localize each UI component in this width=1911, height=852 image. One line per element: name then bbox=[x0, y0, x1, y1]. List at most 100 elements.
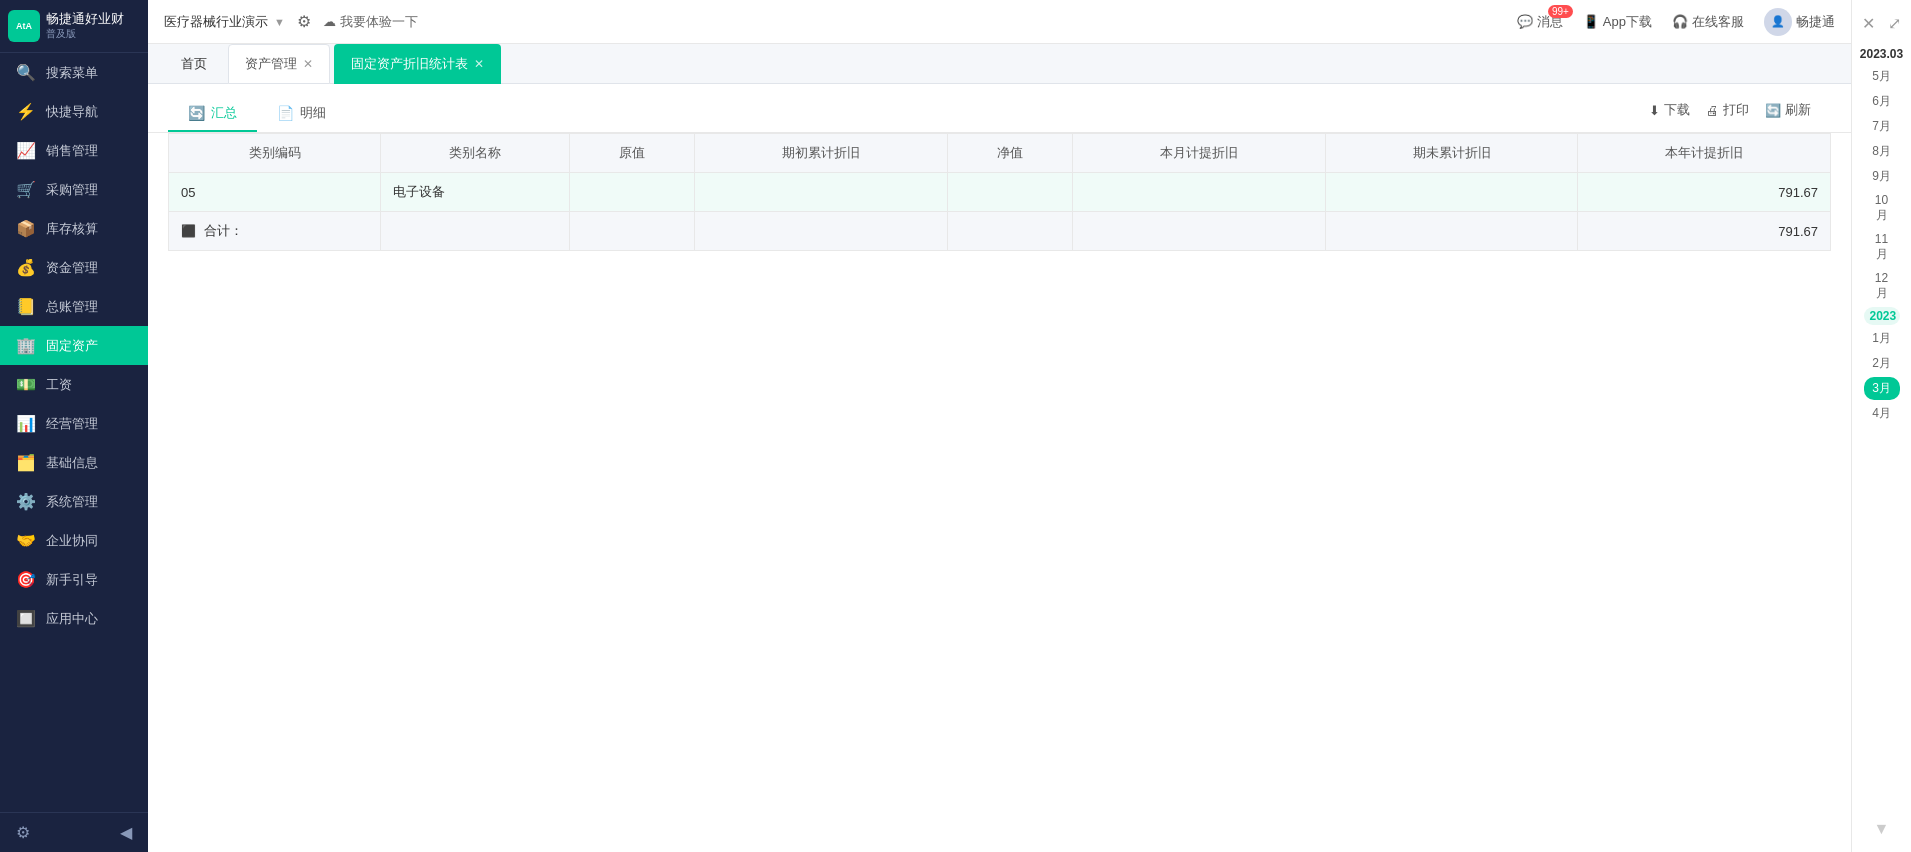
sidebar-item-quick-nav-label: 快捷导航 bbox=[46, 103, 98, 121]
app-download-button[interactable]: 📱 App下载 bbox=[1583, 13, 1652, 31]
table-row[interactable]: 05 电子设备 791.67 bbox=[169, 173, 1831, 212]
main-content: 医疗器械行业演示 ▼ ⚙ ☁ 我要体验一下 💬 消息 99+ 📱 App下载 🎧… bbox=[148, 0, 1851, 852]
sidebar-nav: 🔍 搜索菜单 ⚡ 快捷导航 📈 销售管理 🛒 采购管理 📦 库存核算 💰 资金管… bbox=[0, 53, 148, 812]
depreciation-table: 类别编码 类别名称 原值 期初累计折旧 净值 本月计提折旧 期未累计折旧 本年计… bbox=[168, 133, 1831, 251]
enterprise-icon: 🤝 bbox=[16, 531, 36, 550]
col-closing-depr: 期未累计折旧 bbox=[1325, 134, 1578, 173]
header-settings-icon[interactable]: ⚙ bbox=[297, 12, 311, 31]
ledger-icon: 📒 bbox=[16, 297, 36, 316]
sub-tab-detail[interactable]: 📄 明细 bbox=[257, 96, 346, 132]
header-actions: 💬 消息 99+ 📱 App下载 🎧 在线客服 👤 畅捷通 bbox=[1517, 8, 1835, 36]
sidebar-item-app-center[interactable]: 🔲 应用中心 bbox=[0, 599, 148, 638]
month-item[interactable]: 11月 bbox=[1864, 229, 1900, 266]
download-icon: ⬇ bbox=[1649, 103, 1660, 118]
row-name: 电子设备 bbox=[381, 173, 570, 212]
row-closing-depr bbox=[1325, 173, 1578, 212]
month-item[interactable]: 6月 bbox=[1864, 90, 1900, 113]
sub-tab-summary-label: 汇总 bbox=[211, 104, 237, 122]
user-menu[interactable]: 👤 畅捷通 bbox=[1764, 8, 1835, 36]
sub-tab-detail-label: 明细 bbox=[300, 104, 326, 122]
app-logo-icon: AtA bbox=[8, 10, 40, 42]
company-name: 医疗器械行业演示 bbox=[164, 13, 268, 31]
tab-depreciation-report[interactable]: 固定资产折旧统计表 ✕ bbox=[334, 44, 501, 84]
quicknav-icon: ⚡ bbox=[16, 102, 36, 121]
sidebar-item-quick-nav[interactable]: ⚡ 快捷导航 bbox=[0, 92, 148, 131]
sidebar-item-payroll[interactable]: 💵 工资 bbox=[0, 365, 148, 404]
table-wrapper: 类别编码 类别名称 原值 期初累计折旧 净值 本月计提折旧 期未累计折旧 本年计… bbox=[148, 133, 1851, 852]
month-item[interactable]: 9月 bbox=[1864, 165, 1900, 188]
detail-icon: 📄 bbox=[277, 105, 294, 121]
print-button[interactable]: 🖨 打印 bbox=[1706, 101, 1749, 119]
sidebar-item-system[interactable]: ⚙️ 系统管理 bbox=[0, 482, 148, 521]
sidebar-item-purchase[interactable]: 🛒 采购管理 bbox=[0, 170, 148, 209]
total-row: ⬛ 合计： 791.67 bbox=[169, 212, 1831, 251]
tab-depreciation-report-label: 固定资产折旧统计表 bbox=[351, 55, 468, 73]
sidebar-item-search[interactable]: 🔍 搜索菜单 bbox=[0, 53, 148, 92]
sidebar-item-inventory[interactable]: 📦 库存核算 bbox=[0, 209, 148, 248]
experience-button[interactable]: ☁ 我要体验一下 bbox=[323, 13, 418, 31]
month-item[interactable]: 10月 bbox=[1864, 190, 1900, 227]
month-item[interactable]: 4月 bbox=[1864, 402, 1900, 425]
month-item[interactable]: 12月 bbox=[1864, 268, 1900, 305]
refresh-button[interactable]: 🔄 刷新 bbox=[1765, 101, 1811, 119]
month-item[interactable]: 1月 bbox=[1864, 327, 1900, 350]
download-button[interactable]: ⬇ 下载 bbox=[1649, 101, 1690, 119]
tab-asset-management-close[interactable]: ✕ bbox=[303, 57, 313, 71]
sidebar-header: AtA 畅捷通好业财 普及版 bbox=[0, 0, 148, 53]
sidebar-item-enterprise-label: 企业协同 bbox=[46, 532, 98, 550]
panel-year-label: 2023.03 bbox=[1860, 47, 1903, 61]
total-icon: ⬛ bbox=[181, 224, 196, 238]
sidebar-item-fixed-assets-label: 固定资产 bbox=[46, 337, 98, 355]
sub-tabs: 🔄 汇总 📄 明细 ⬇ 下载 🖨 打印 🔄 刷新 bbox=[148, 84, 1851, 133]
tab-asset-management[interactable]: 资产管理 ✕ bbox=[228, 44, 330, 84]
sidebar-item-ledger[interactable]: 📒 总账管理 bbox=[0, 287, 148, 326]
month-item[interactable]: 5月 bbox=[1864, 65, 1900, 88]
inventory-icon: 📦 bbox=[16, 219, 36, 238]
sidebar-item-guide-label: 新手引导 bbox=[46, 571, 98, 589]
sub-tab-summary[interactable]: 🔄 汇总 bbox=[168, 96, 257, 132]
tabs-bar: 首页 资产管理 ✕ 固定资产折旧统计表 ✕ bbox=[148, 44, 1851, 84]
row-net-value bbox=[948, 173, 1073, 212]
sidebar-item-guide[interactable]: 🎯 新手引导 bbox=[0, 560, 148, 599]
search-icon: 🔍 bbox=[16, 63, 36, 82]
sidebar-item-system-label: 系统管理 bbox=[46, 493, 98, 511]
tab-home-label: 首页 bbox=[181, 55, 207, 73]
message-badge: 99+ bbox=[1548, 5, 1573, 18]
settings-bottom-icon[interactable]: ⚙ bbox=[16, 823, 30, 842]
month-item[interactable]: 8月 bbox=[1864, 140, 1900, 163]
sidebar-item-enterprise[interactable]: 🤝 企业协同 bbox=[0, 521, 148, 560]
tab-home[interactable]: 首页 bbox=[164, 44, 224, 84]
app-logo-text: 畅捷通好业财 bbox=[46, 11, 124, 28]
collapse-sidebar-icon[interactable]: ◀ bbox=[120, 823, 132, 842]
month-item[interactable]: 7月 bbox=[1864, 115, 1900, 138]
tab-depreciation-report-close[interactable]: ✕ bbox=[474, 57, 484, 71]
summary-icon: 🔄 bbox=[188, 105, 205, 121]
col-net-value: 净值 bbox=[948, 134, 1073, 173]
sidebar-item-basic-info[interactable]: 🗂️ 基础信息 bbox=[0, 443, 148, 482]
sidebar-item-purchase-label: 采购管理 bbox=[46, 181, 98, 199]
panel-close-icon[interactable]: ✕ bbox=[1856, 8, 1881, 39]
panel-expand-icon[interactable]: ⤢ bbox=[1882, 8, 1907, 39]
content-area: 🔄 汇总 📄 明细 ⬇ 下载 🖨 打印 🔄 刷新 bbox=[148, 84, 1851, 852]
app-logo-sub: 普及版 bbox=[46, 27, 124, 41]
refresh-icon: 🔄 bbox=[1765, 103, 1781, 118]
messages-button[interactable]: 💬 消息 99+ bbox=[1517, 13, 1563, 31]
sidebar-item-sales[interactable]: 📈 销售管理 bbox=[0, 131, 148, 170]
sidebar-item-finance[interactable]: 💰 资金管理 bbox=[0, 248, 148, 287]
col-monthly-depr: 本月计提折旧 bbox=[1073, 134, 1326, 173]
month-item-active[interactable]: 3月 bbox=[1864, 377, 1900, 400]
month-item[interactable]: 2月 bbox=[1864, 352, 1900, 375]
guide-icon: 🎯 bbox=[16, 570, 36, 589]
sidebar-item-operations[interactable]: 📊 经营管理 bbox=[0, 404, 148, 443]
user-avatar: 👤 bbox=[1764, 8, 1792, 36]
row-monthly-depr bbox=[1073, 173, 1326, 212]
payroll-icon: 💵 bbox=[16, 375, 36, 394]
message-icon: 💬 bbox=[1517, 14, 1533, 29]
sidebar-item-fixed-assets[interactable]: 🏢 固定资产 bbox=[0, 326, 148, 365]
month-list: 5月 6月 7月 8月 9月 10月 11月 12月 2023 1月 2月 3月… bbox=[1864, 65, 1900, 814]
sidebar-item-basic-info-label: 基础信息 bbox=[46, 454, 98, 472]
company-selector[interactable]: 医疗器械行业演示 ▼ bbox=[164, 13, 285, 31]
online-service-button[interactable]: 🎧 在线客服 bbox=[1672, 13, 1744, 31]
panel-scroll-down-icon[interactable]: ▼ bbox=[1868, 814, 1896, 844]
tab-asset-management-label: 资产管理 bbox=[245, 55, 297, 73]
